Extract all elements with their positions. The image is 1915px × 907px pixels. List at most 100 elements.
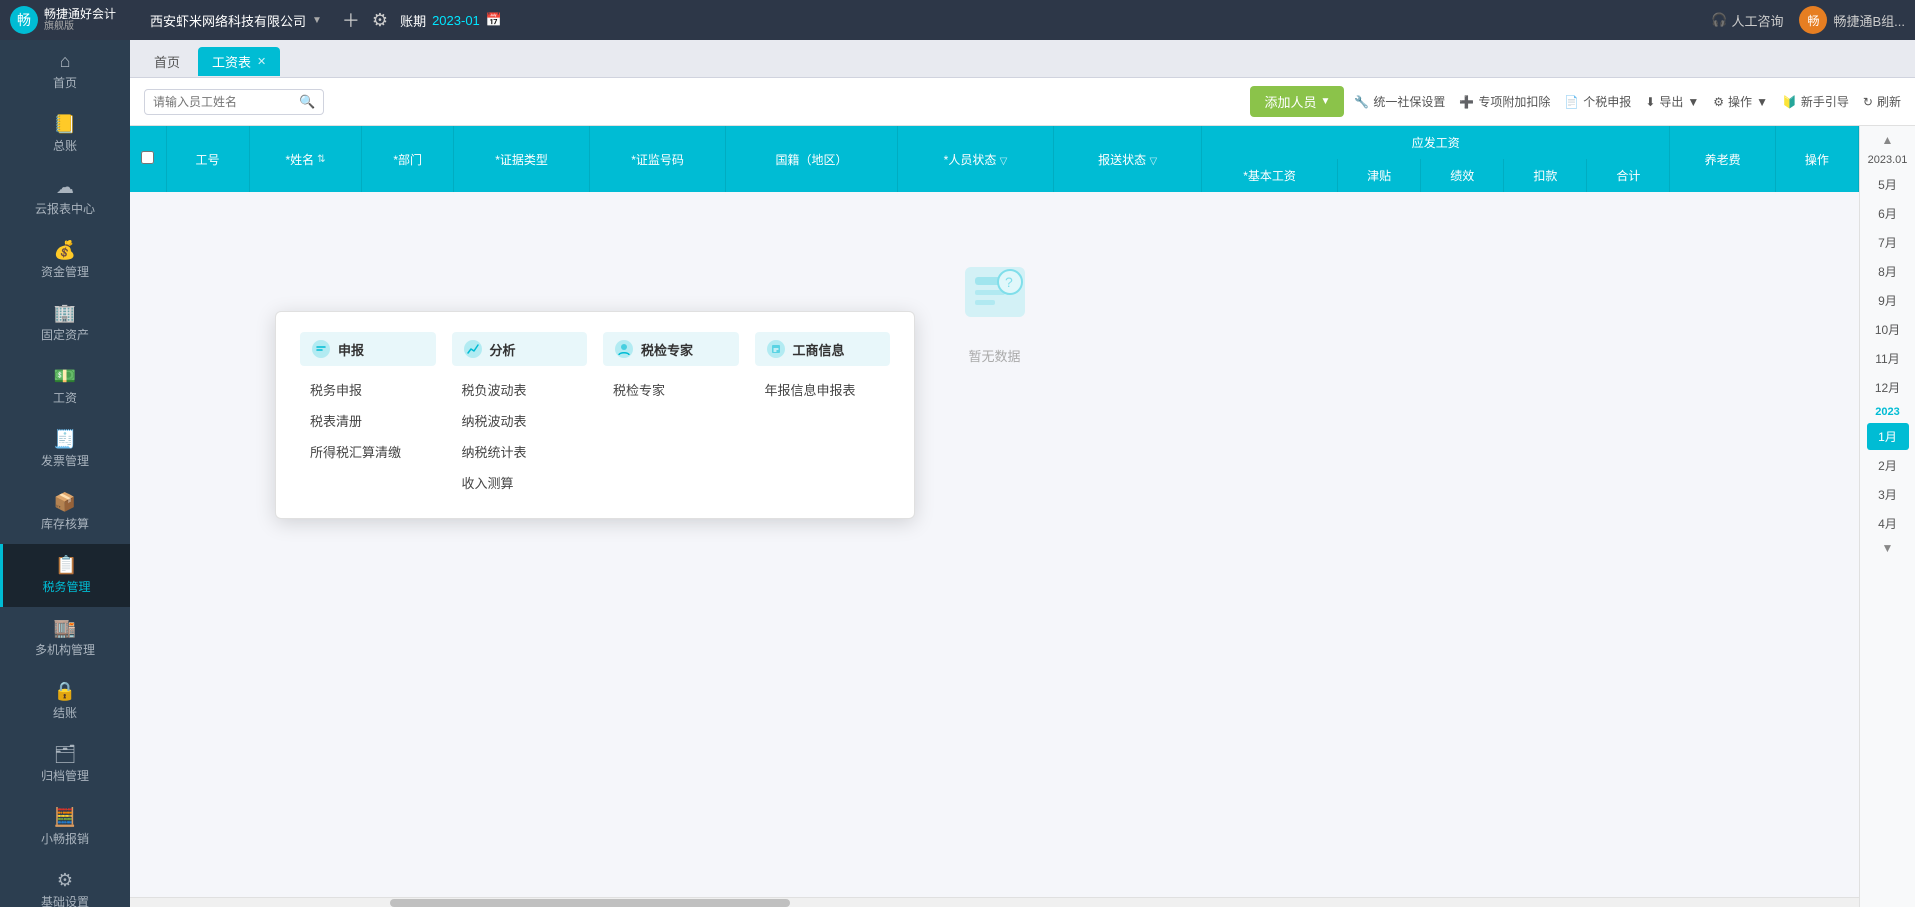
dm-tax-burden[interactable]: 税负波动表 [452, 374, 588, 405]
guide-btn[interactable]: 🔰 新手引导 [1782, 93, 1849, 110]
calendar-panel: ▲ 2023.01 5月 6月 7月 8月 9月 10月 11月 12月 202… [1859, 126, 1915, 907]
dm-income-tax-clear[interactable]: 所得税汇算清缴 [300, 436, 436, 467]
th-report-status[interactable]: 报送状态 ▽ [1054, 126, 1202, 192]
sidebar-item-cloud-report[interactable]: ☁ 云报表中心 [0, 166, 130, 229]
cal-month-3[interactable]: 3月 [1867, 481, 1909, 508]
refresh-btn[interactable]: ↻ 刷新 [1863, 93, 1901, 110]
search-icon: 🔍 [299, 94, 315, 110]
sidebar-item-invoice[interactable]: 🧾 发票管理 [0, 418, 130, 481]
name-sort-icon: ⇅ [317, 154, 325, 165]
sidebar-item-label: 税务管理 [42, 578, 90, 595]
cal-month-6[interactable]: 6月 [1867, 200, 1909, 227]
dm-expert[interactable]: 税检专家 [603, 374, 739, 405]
add-person-button[interactable]: 添加人员 ▼ [1250, 86, 1344, 117]
th-dept: *部门 [362, 126, 454, 192]
search-input-wrap[interactable]: 🔍 [144, 89, 324, 115]
refresh-icon: ↻ [1863, 95, 1873, 109]
tab-home[interactable]: 首页 [140, 47, 194, 76]
th-person-status[interactable]: *人员状态 ▽ [897, 126, 1053, 192]
cal-month-8[interactable]: 8月 [1867, 258, 1909, 285]
sidebar-item-ledger[interactable]: 📒 总账 [0, 103, 130, 166]
export-icon: ⬇ [1645, 95, 1655, 109]
dm-tax-list[interactable]: 税表清册 [300, 405, 436, 436]
cal-month-4[interactable]: 4月 [1867, 510, 1909, 537]
tax-report-btn[interactable]: 📄 个税申报 [1564, 93, 1631, 110]
operations-btn[interactable]: ⚙ 操作 ▼ [1713, 93, 1768, 110]
company-selector[interactable]: 西安虾米网络科技有限公司 ▼ [150, 11, 322, 30]
sidebar-item-assets[interactable]: 🏢 固定资产 [0, 292, 130, 355]
sidebar-item-archive[interactable]: 🗂 归档管理 [0, 733, 130, 796]
th-checkbox[interactable] [130, 126, 166, 192]
tab-payroll-label: 工资表 [212, 52, 251, 71]
sidebar-item-label: 小畅报销 [41, 830, 89, 847]
sidebar-item-multi-org[interactable]: 🏬 多机构管理 [0, 607, 130, 670]
dm-tax-stats[interactable]: 纳税统计表 [452, 436, 588, 467]
calendar-nav-up[interactable]: ▲ [1878, 130, 1898, 150]
cal-month-11[interactable]: 11月 [1867, 345, 1909, 372]
cal-month-7[interactable]: 7月 [1867, 229, 1909, 256]
scrollbar-thumb[interactable] [390, 899, 790, 907]
dm-annual-report[interactable]: 年报信息申报表 [755, 374, 891, 405]
cal-month-10[interactable]: 10月 [1867, 316, 1909, 343]
user-name: 畅捷通B组... [1833, 11, 1905, 30]
sidebar-item-fund[interactable]: 💰 资金管理 [0, 229, 130, 292]
sidebar-item-xiao-chang[interactable]: 🧮 小畅报销 [0, 796, 130, 859]
th-payroll-group: 应发工资 [1202, 126, 1670, 159]
add-icon[interactable]: ＋ [342, 7, 360, 33]
th-name[interactable]: *姓名 ⇅ [249, 126, 362, 192]
sidebar-item-close[interactable]: 🔒 结账 [0, 670, 130, 733]
search-input[interactable] [153, 95, 293, 109]
operations-icon: ⚙ [1713, 95, 1724, 109]
th-allowance: 津贴 [1338, 159, 1421, 192]
toolbar: 🔍 添加人员 ▼ 🔧 统一社保设置 ➕ 专项附加扣除 📄 个税申报 [130, 78, 1915, 126]
table-wrap[interactable]: 工号 *姓名 ⇅ *部门 *证据类型 *证监号码 [130, 126, 1859, 897]
dm-section-biz-info-title: 工商信息 [755, 332, 891, 366]
dm-tax-report[interactable]: 税务申报 [300, 374, 436, 405]
dm-income-calc[interactable]: 收入测算 [452, 467, 588, 498]
user-area[interactable]: 畅 畅捷通B组... [1799, 6, 1905, 34]
payroll-icon: 💵 [54, 367, 76, 385]
th-country: 国籍（地区） [726, 126, 898, 192]
th-total: 合计 [1587, 159, 1670, 192]
tab-close-icon[interactable]: ✕ [257, 55, 266, 68]
biz-info-title: 工商信息 [793, 340, 845, 359]
calendar-nav-down[interactable]: ▼ [1878, 538, 1898, 558]
dm-tax-payment[interactable]: 纳税波动表 [452, 405, 588, 436]
cal-month-5[interactable]: 5月 [1867, 171, 1909, 198]
support-btn[interactable]: 🎧 人工咨询 [1711, 11, 1783, 30]
logo-icon: 畅 [10, 6, 38, 34]
sidebar-item-inventory[interactable]: 📦 库存核算 [0, 481, 130, 544]
logo-area: 畅 畅捷通好会计 旗舰版 [10, 6, 140, 34]
special-deduction-btn[interactable]: ➕ 专项附加扣除 [1459, 93, 1550, 110]
sidebar-item-label: 基础设置 [41, 893, 89, 907]
dm-section-biz-info: 工商信息 年报信息申报表 [747, 332, 899, 498]
th-deduction: 扣款 [1504, 159, 1587, 192]
fund-icon: 💰 [54, 241, 76, 259]
dm-section-tax-expert-title: 税检专家 [603, 332, 739, 366]
social-insurance-btn[interactable]: 🔧 统一社保设置 [1354, 93, 1445, 110]
period-label: 账期 2023-01 📅 [400, 11, 502, 30]
cal-month-9[interactable]: 9月 [1867, 287, 1909, 314]
export-btn[interactable]: ⬇ 导出 ▼ [1645, 93, 1699, 110]
table-and-scrollbar: 工号 *姓名 ⇅ *部门 *证据类型 *证监号码 [130, 126, 1859, 907]
empty-icon: ? [955, 252, 1035, 332]
cal-month-12[interactable]: 12月 [1867, 374, 1909, 401]
tab-payroll[interactable]: 工资表 ✕ [198, 47, 280, 76]
sidebar-item-basic[interactable]: ⚙ 基础设置 [0, 859, 130, 907]
tax-expert-title: 税检专家 [641, 340, 693, 359]
avatar: 畅 [1799, 6, 1827, 34]
th-pension: 养老费 [1670, 126, 1775, 192]
sidebar-item-payroll[interactable]: 💵 工资 [0, 355, 130, 418]
calendar-year-2023: 2023 [1875, 402, 1899, 422]
settings-icon[interactable]: ⚙ [372, 10, 388, 31]
cal-month-1[interactable]: 1月 [1867, 423, 1909, 450]
horizontal-scrollbar[interactable] [130, 897, 1859, 907]
analysis-title: 分析 [490, 340, 516, 359]
sidebar-item-tax[interactable]: 📋 税务管理 [0, 544, 130, 607]
cal-month-2[interactable]: 2月 [1867, 452, 1909, 479]
dm-section-analysis-title: 分析 [452, 332, 588, 366]
calendar-icon[interactable]: 📅 [486, 12, 502, 28]
archive-icon: 🗂 [54, 745, 77, 763]
sidebar-item-home[interactable]: ⌂ 首页 [0, 40, 130, 103]
select-all-checkbox[interactable] [141, 151, 154, 164]
